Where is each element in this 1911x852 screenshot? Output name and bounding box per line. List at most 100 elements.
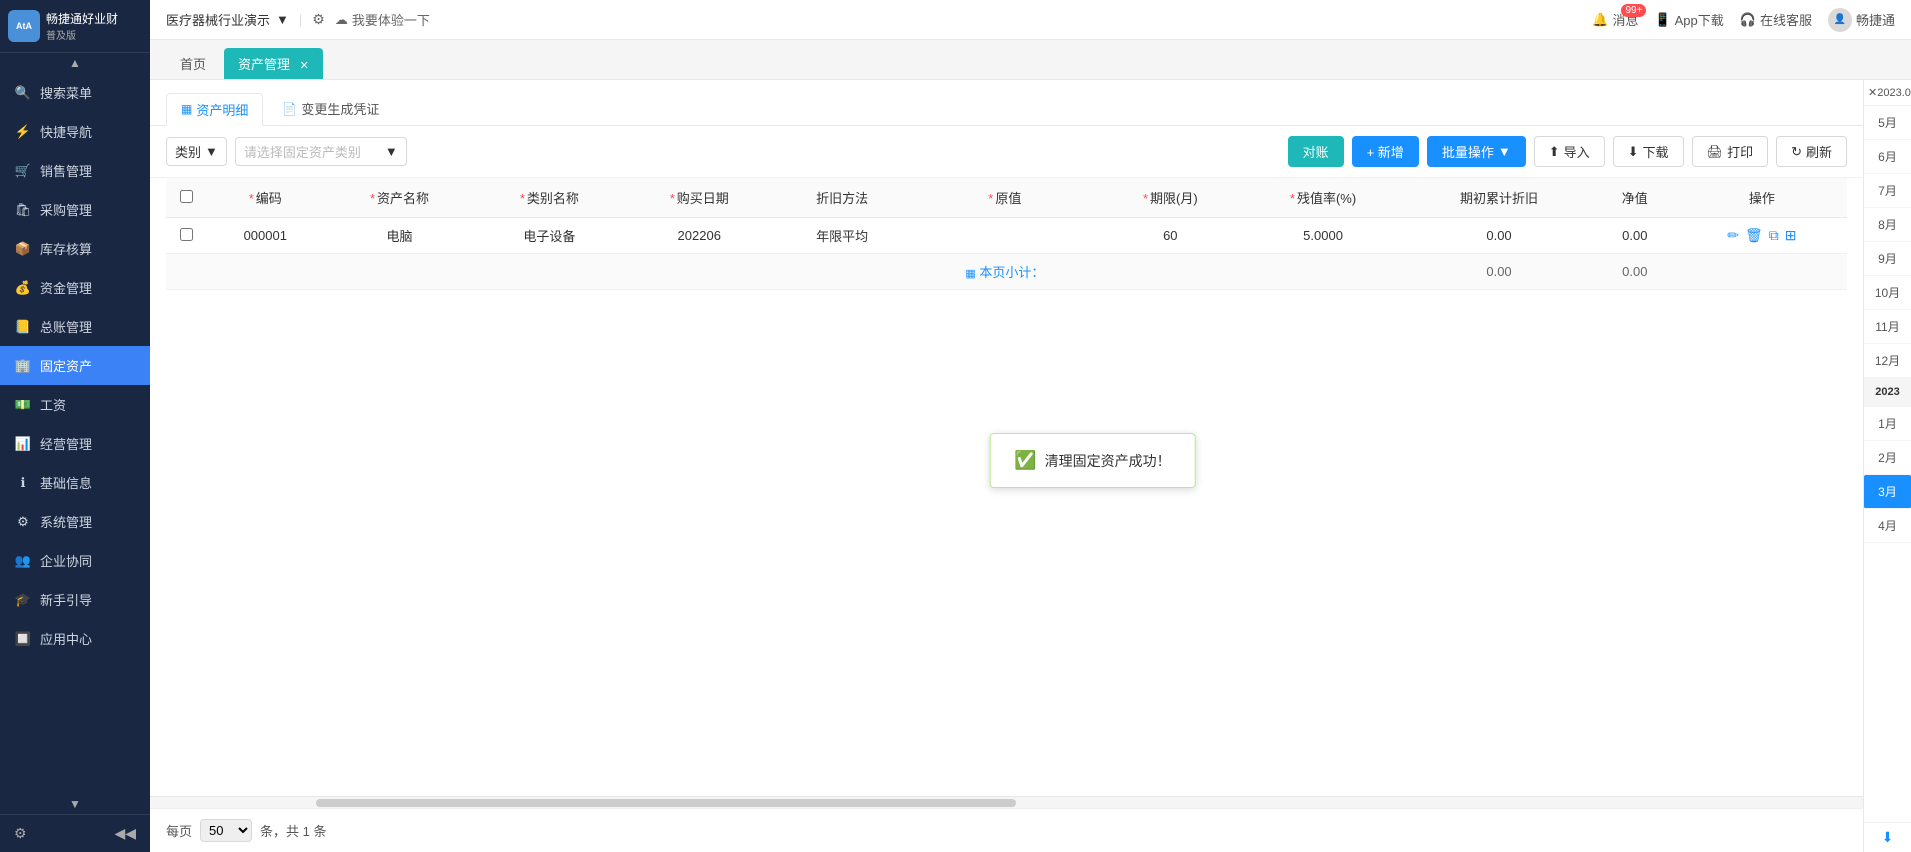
- month-item-6-2022[interactable]: 6月: [1864, 140, 1911, 174]
- box-icon: 📦: [14, 240, 32, 258]
- month-item-7-2022[interactable]: 7月: [1864, 174, 1911, 208]
- user-profile[interactable]: 👤 畅捷通: [1828, 8, 1895, 32]
- th-category: *类别名称: [474, 178, 624, 218]
- row-net-value: 0.00: [1593, 218, 1677, 254]
- app-download-button[interactable]: 📱 App下载: [1654, 10, 1723, 29]
- online-service-button[interactable]: 🎧 在线客服: [1740, 10, 1812, 29]
- sidebar-item-ledger[interactable]: 📒 总账管理: [0, 307, 150, 346]
- apps-icon: 🔲: [14, 630, 32, 648]
- sidebar-item-sales[interactable]: 🛒 销售管理: [0, 151, 150, 190]
- sidebar-item-finance[interactable]: 💰 资金管理: [0, 268, 150, 307]
- sidebar: AtA 畅捷通好业财 普及版 ▲ 🔍 搜索菜单 ⚡ 快捷导航 🛒 销售管理 🛍 …: [0, 0, 150, 852]
- tab-asset-mgmt[interactable]: 资产管理 ✕: [224, 48, 323, 79]
- print-button[interactable]: 🖨 打印: [1692, 136, 1769, 167]
- tab-home[interactable]: 首页: [166, 48, 220, 79]
- sidebar-item-label: 工资: [40, 395, 66, 414]
- sidebar-item-label: 固定资产: [40, 356, 92, 375]
- month-item-4-2023[interactable]: 4月: [1864, 509, 1911, 543]
- settings-button[interactable]: ⚙: [312, 11, 325, 28]
- sidebar-item-fixed-assets[interactable]: 🏢 固定资产: [0, 346, 150, 385]
- more-icon[interactable]: ⊞: [1785, 227, 1797, 244]
- edit-icon[interactable]: ✏: [1727, 227, 1739, 244]
- sidebar-item-basic-info[interactable]: ℹ 基础信息: [0, 463, 150, 502]
- category-select[interactable]: 请选择固定资产类别 ▼: [235, 137, 407, 166]
- year-label-2023: 2023: [1864, 378, 1911, 407]
- sidebar-item-guide[interactable]: 🎓 新手引导: [0, 580, 150, 619]
- month-item-12-2022[interactable]: 12月: [1864, 344, 1911, 378]
- sidebar-nav: 🔍 搜索菜单 ⚡ 快捷导航 🛒 销售管理 🛍 采购管理 📦 库存核算 💰 资金管…: [0, 73, 150, 794]
- month-item-2-2023[interactable]: 2月: [1864, 441, 1911, 475]
- subtab-voucher-gen[interactable]: 📄 变更生成凭证: [267, 92, 394, 125]
- copy-icon[interactable]: ⧉: [1769, 227, 1779, 244]
- sidebar-item-inventory[interactable]: 📦 库存核算: [0, 229, 150, 268]
- sidebar-item-collab[interactable]: 👥 企业协同: [0, 541, 150, 580]
- total-count: 条，共 1 条: [260, 821, 326, 840]
- subtab-asset-detail[interactable]: ▦ 资产明细: [166, 93, 263, 126]
- th-name: *资产名称: [325, 178, 475, 218]
- sidebar-item-label: 新手引导: [40, 590, 92, 609]
- row-checkbox[interactable]: [180, 228, 193, 241]
- th-original-value: *原值: [910, 178, 1100, 218]
- experience-link[interactable]: ☁ 我要体验一下: [335, 10, 430, 29]
- chart-icon: 📊: [14, 435, 32, 453]
- month-item-8-2022[interactable]: 8月: [1864, 208, 1911, 242]
- sidebar-item-payroll[interactable]: 💵 工资: [0, 385, 150, 424]
- topbar: 医疗器械行业演示 ▼ | ⚙ ☁ 我要体验一下 🔔 消息 99+ 📱 App下载…: [150, 0, 1911, 40]
- new-button[interactable]: + 新增: [1352, 136, 1419, 167]
- reconcile-button[interactable]: 对账: [1288, 136, 1344, 167]
- gear-icon: ⚙: [14, 513, 32, 531]
- sidebar-item-apps[interactable]: 🔲 应用中心: [0, 619, 150, 658]
- collapse-icon[interactable]: ◀◀: [114, 825, 136, 842]
- download-button[interactable]: ⬇ 下载: [1613, 136, 1684, 167]
- sidebar-item-search[interactable]: 🔍 搜索菜单: [0, 73, 150, 112]
- select-all-checkbox[interactable]: [180, 190, 193, 203]
- th-accumulated-depr: 期初累计折旧: [1405, 178, 1593, 218]
- export-icon: ⬆: [1549, 144, 1560, 160]
- month-item-10-2022[interactable]: 10月: [1864, 276, 1911, 310]
- sidebar-scroll-down[interactable]: ▼: [0, 794, 150, 814]
- sidebar-item-label: 基础信息: [40, 473, 92, 492]
- company-selector[interactable]: 医疗器械行业演示 ▼: [166, 10, 289, 29]
- per-page-select[interactable]: 50 100 200: [200, 819, 252, 842]
- table-icon: ▦: [181, 102, 192, 116]
- sidebar-scroll-up[interactable]: ▲: [0, 53, 150, 73]
- month-item-1-2023[interactable]: 1月: [1864, 407, 1911, 441]
- money-icon: 💵: [14, 396, 32, 414]
- row-original-value: [910, 218, 1100, 254]
- building-icon: 🏢: [14, 357, 32, 375]
- action-icons: ✏ 🗑 ⧉ ⊞: [1685, 227, 1839, 244]
- panel-close-icon[interactable]: ✕: [1868, 86, 1877, 99]
- scroll-thumb[interactable]: [316, 799, 1016, 807]
- delete-icon[interactable]: 🗑: [1745, 227, 1763, 244]
- sidebar-item-ops[interactable]: 📊 经营管理: [0, 424, 150, 463]
- refresh-button[interactable]: ↻ 刷新: [1776, 136, 1847, 167]
- th-residual-rate: *残值率(%): [1241, 178, 1405, 218]
- th-actions: 操作: [1677, 178, 1847, 218]
- month-item-11-2022[interactable]: 11月: [1864, 310, 1911, 344]
- chevron-down-icon: ▼: [385, 144, 398, 159]
- messages-button[interactable]: 🔔 消息 99+: [1592, 10, 1638, 29]
- sidebar-item-system[interactable]: ⚙ 系统管理: [0, 502, 150, 541]
- month-item-5-2022[interactable]: 5月: [1864, 106, 1911, 140]
- horizontal-scrollbar[interactable]: [150, 796, 1863, 808]
- settings-icon[interactable]: ⚙: [14, 825, 27, 842]
- month-item-3-2023[interactable]: 3月: [1864, 475, 1911, 509]
- sidebar-item-label: 快捷导航: [40, 122, 92, 141]
- table-row: 000001 电脑 电子设备 202206 年限平均 60 5.0000 0.0…: [166, 218, 1847, 254]
- cart-icon: 🛒: [14, 162, 32, 180]
- sidebar-item-quicknav[interactable]: ⚡ 快捷导航: [0, 112, 150, 151]
- th-depr-method: 折旧方法: [774, 178, 910, 218]
- topbar-separator: |: [299, 12, 302, 27]
- guide-icon: 🎓: [14, 591, 32, 609]
- sidebar-item-label: 应用中心: [40, 629, 92, 648]
- per-page-label: 每页: [166, 821, 192, 840]
- category-filter[interactable]: 类别 ▼: [166, 137, 227, 166]
- month-item-9-2022[interactable]: 9月: [1864, 242, 1911, 276]
- bag-icon: 🛍: [14, 201, 32, 219]
- month-scroll-down[interactable]: ⬇: [1864, 822, 1911, 852]
- export-button[interactable]: ⬆ 导入: [1534, 136, 1605, 167]
- batch-button[interactable]: 批量操作 ▼: [1427, 136, 1526, 167]
- sidebar-item-purchase[interactable]: 🛍 采购管理: [0, 190, 150, 229]
- toolbar-right: 对账 + 新增 批量操作 ▼ ⬆ 导入 ⬇ 下载: [1288, 136, 1847, 167]
- tab-close-icon[interactable]: ✕: [300, 60, 309, 72]
